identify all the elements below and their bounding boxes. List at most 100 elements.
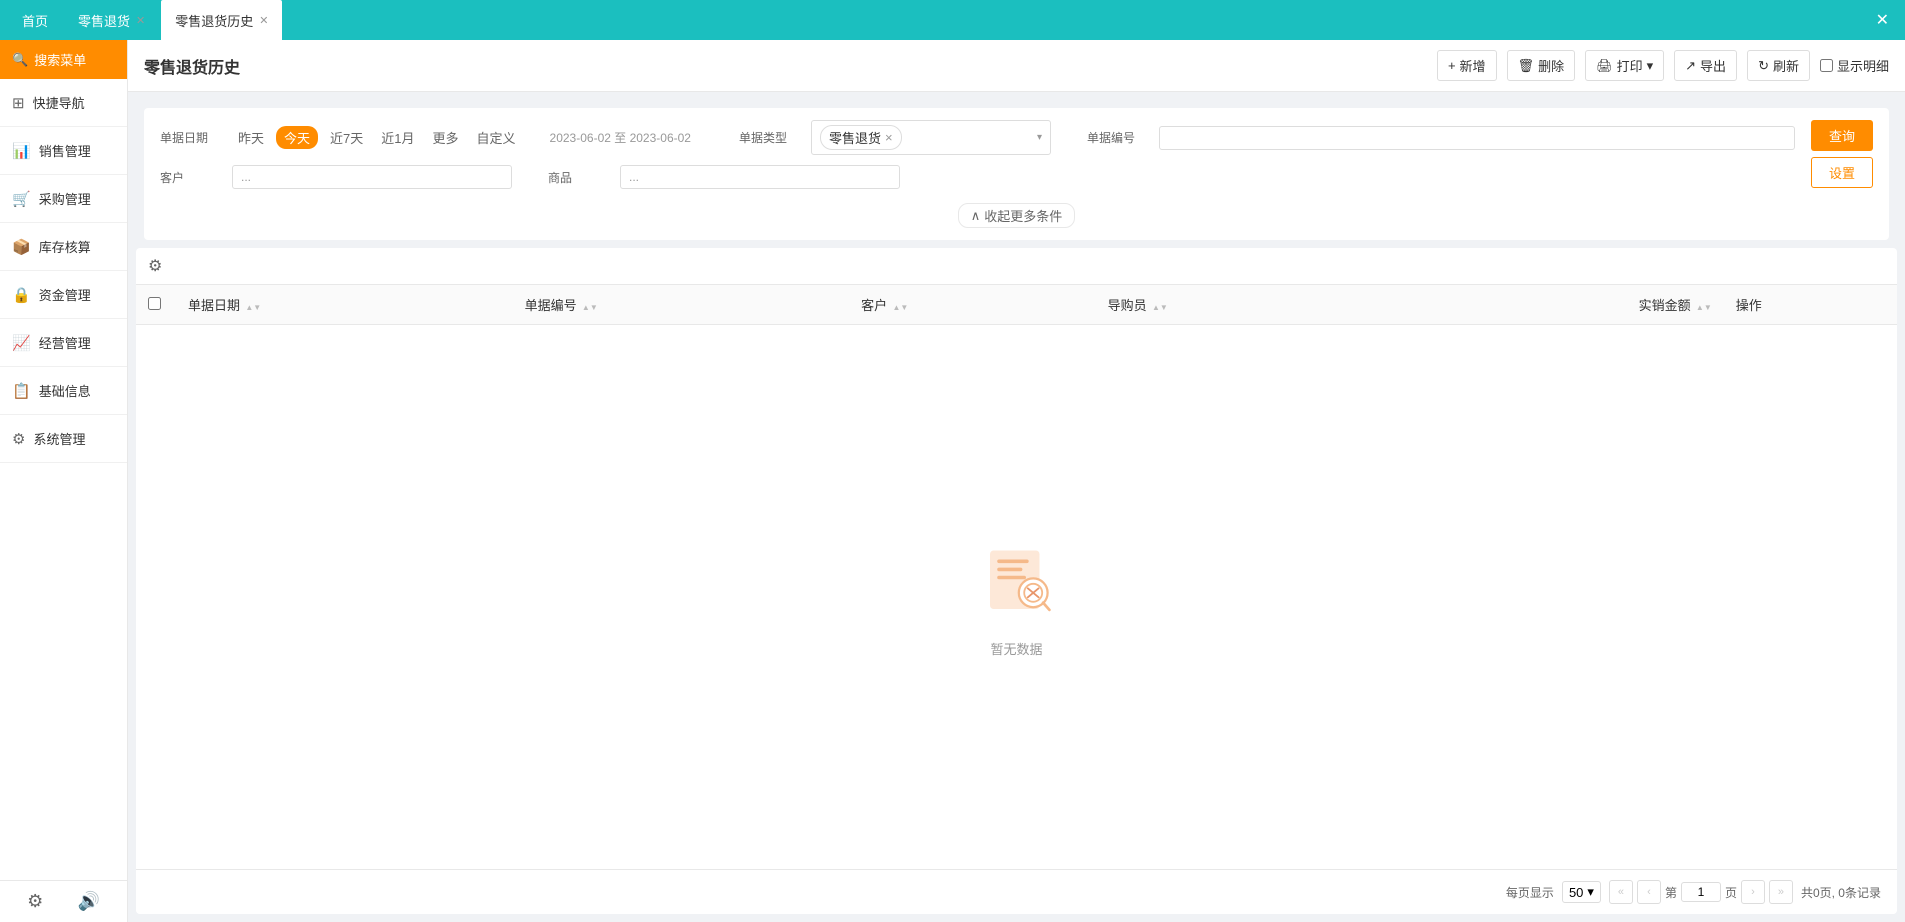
sidebar-search-label: 搜索菜单 [34, 50, 86, 69]
date-btn-today[interactable]: 今天 [276, 126, 318, 149]
next-page-button[interactable]: › [1741, 880, 1765, 904]
export-button[interactable]: ↗ 导出 [1674, 50, 1737, 81]
add-button[interactable]: + 新增 [1437, 50, 1497, 81]
content-area: 零售退货历史 + 新增 🗑 删除 🖨 打印 ▾ ↗ 导出 [128, 40, 1905, 922]
export-icon: ↗ [1685, 58, 1696, 74]
volume-icon[interactable]: 🔊 [77, 891, 99, 912]
collapse-icon: ∧ [971, 208, 981, 224]
sidebar-item-inventory-label: 库存核算 [39, 237, 91, 256]
last-page-button[interactable]: » [1769, 880, 1793, 904]
th-checkbox [136, 285, 176, 325]
goods-select[interactable]: ... [620, 165, 900, 189]
sidebar-item-business-mgmt[interactable]: 📈 经营管理 [0, 319, 127, 367]
date-range-value: 2023-06-02 至 2023-06-02 [550, 129, 691, 146]
table-header-row: 单据日期 ▲▼ 单据编号 ▲▼ 客户 ▲▼ 导购员 [136, 285, 1897, 325]
th-doc-no[interactable]: 单据编号 ▲▼ [513, 285, 850, 325]
sidebar-item-system-mgmt[interactable]: ⚙ 系统管理 [0, 415, 127, 463]
collapse-row: ∧ 收起更多条件 [160, 203, 1873, 228]
export-label: 导出 [1700, 56, 1726, 75]
per-page-label: 每页显示 [1506, 884, 1554, 901]
prev-page-button[interactable]: ‹ [1637, 880, 1661, 904]
delete-label: 删除 [1538, 56, 1564, 75]
tab-retail-return-history[interactable]: 零售退货历史 ✕ [161, 0, 282, 40]
doc-no-label: 单据编号 [1087, 129, 1143, 146]
first-page-button[interactable]: « [1609, 880, 1633, 904]
inventory-icon: 📦 [12, 238, 31, 256]
search-icon: 🔍 [12, 52, 28, 68]
amount-sort-icon: ▲▼ [1696, 304, 1712, 312]
sidebar-item-basic-info[interactable]: 📋 基础信息 [0, 367, 127, 415]
query-button[interactable]: 查询 [1811, 120, 1873, 151]
doc-no-input[interactable] [1159, 126, 1795, 150]
tab-retail-return[interactable]: 零售退货 ✕ [64, 0, 159, 40]
quick-nav-icon: ⊞ [12, 94, 25, 112]
doc-type-tag-close[interactable]: × [885, 130, 893, 145]
sidebar-item-inventory[interactable]: 📦 库存核算 [0, 223, 127, 271]
select-all-checkbox[interactable] [148, 297, 161, 310]
collapse-label: 收起更多条件 [984, 206, 1062, 225]
filter-settings-label: 设置 [1829, 166, 1855, 181]
tab-retail-return-close[interactable]: ✕ [136, 14, 145, 27]
settings-gear-icon[interactable]: ⚙ [27, 891, 43, 912]
th-guide[interactable]: 导购员 ▲▼ [1096, 285, 1388, 325]
refresh-button[interactable]: ↻ 刷新 [1747, 50, 1810, 81]
show-detail-checkbox-wrapper[interactable]: 显示明细 [1820, 56, 1889, 75]
finance-icon: 🔒 [12, 286, 31, 304]
sidebar-item-finance-label: 资金管理 [39, 285, 91, 304]
delete-button[interactable]: 🗑 删除 [1507, 50, 1576, 81]
th-customer-label: 客户 [861, 298, 887, 313]
sidebar-item-system-label: 系统管理 [33, 429, 85, 448]
sidebar-search[interactable]: 🔍 搜索菜单 [0, 40, 127, 79]
customer-select[interactable]: ... [232, 165, 512, 189]
date-btn-custom[interactable]: 自定义 [471, 126, 522, 149]
page-number-input[interactable] [1681, 882, 1721, 902]
th-customer[interactable]: 客户 ▲▼ [849, 285, 1096, 325]
per-page-value: 50 [1569, 885, 1583, 900]
table-toolbar: ⚙ [136, 248, 1897, 285]
doc-type-tag: 零售退货 × [820, 125, 902, 150]
date-btn-last1m[interactable]: 近1月 [375, 126, 420, 149]
sidebar-item-basic-label: 基础信息 [39, 381, 91, 400]
refresh-icon: ↻ [1758, 58, 1769, 74]
filter-area: 单据日期 昨天 今天 近7天 [144, 108, 1889, 240]
per-page-select[interactable]: 50 ▾ [1562, 881, 1601, 903]
th-guide-label: 导购员 [1108, 298, 1147, 313]
tab-bar: 首页 零售退货 ✕ 零售退货历史 ✕ [8, 0, 1868, 40]
print-icon: 🖨 [1596, 58, 1613, 74]
th-amount[interactable]: 实销金额 ▲▼ [1387, 285, 1724, 325]
show-detail-checkbox[interactable] [1820, 59, 1833, 72]
delete-icon: 🗑 [1518, 58, 1535, 74]
pagination: 每页显示 50 ▾ « ‹ 第 页 › » 共0页, 0条记录 [136, 869, 1897, 914]
date-btn-yesterday[interactable]: 昨天 [232, 126, 270, 149]
sidebar-item-business-label: 经营管理 [39, 333, 91, 352]
doc-type-select[interactable]: 零售退货 × ▾ [811, 120, 1051, 155]
goods-label: 商品 [548, 169, 604, 186]
window-close-icon[interactable]: ✕ [1868, 10, 1897, 30]
page-actions: + 新增 🗑 删除 🖨 打印 ▾ ↗ 导出 ↻ 刷新 [1437, 50, 1889, 81]
add-icon: + [1448, 58, 1456, 73]
doc-no-sort-icon: ▲▼ [582, 304, 598, 312]
per-page-arrow-icon: ▾ [1587, 884, 1594, 900]
page-header: 零售退货历史 + 新增 🗑 删除 🖨 打印 ▾ ↗ 导出 [128, 40, 1905, 92]
collapse-button[interactable]: ∧ 收起更多条件 [958, 203, 1076, 228]
sidebar-item-purchase-mgmt[interactable]: 🛒 采购管理 [0, 175, 127, 223]
page-nav: « ‹ 第 页 › » [1609, 880, 1793, 904]
table-settings-icon[interactable]: ⚙ [148, 256, 162, 276]
filter-row-1: 单据日期 昨天 今天 近7天 [160, 120, 1795, 155]
tab-home[interactable]: 首页 [8, 0, 62, 40]
filter-settings-button[interactable]: 设置 [1811, 157, 1873, 188]
show-detail-label: 显示明细 [1837, 56, 1889, 75]
data-table: 单据日期 ▲▼ 单据编号 ▲▼ 客户 ▲▼ 导购员 [136, 285, 1897, 325]
sidebar-item-purchase-label: 采购管理 [39, 189, 91, 208]
th-amount-label: 实销金额 [1639, 298, 1691, 313]
sidebar-item-finance-mgmt[interactable]: 🔒 资金管理 [0, 271, 127, 319]
date-btn-last7[interactable]: 近7天 [324, 126, 369, 149]
th-doc-date[interactable]: 单据日期 ▲▼ [176, 285, 513, 325]
page-total-label: 共0页, 0条记录 [1801, 884, 1881, 901]
date-btn-more[interactable]: 更多 [427, 126, 465, 149]
customer-sort-icon: ▲▼ [892, 304, 908, 312]
print-button[interactable]: 🖨 打印 ▾ [1585, 50, 1664, 81]
sidebar-item-quick-nav[interactable]: ⊞ 快捷导航 [0, 79, 127, 127]
tab-retail-return-history-close[interactable]: ✕ [259, 14, 268, 27]
sidebar-item-sales-mgmt[interactable]: 📊 销售管理 [0, 127, 127, 175]
